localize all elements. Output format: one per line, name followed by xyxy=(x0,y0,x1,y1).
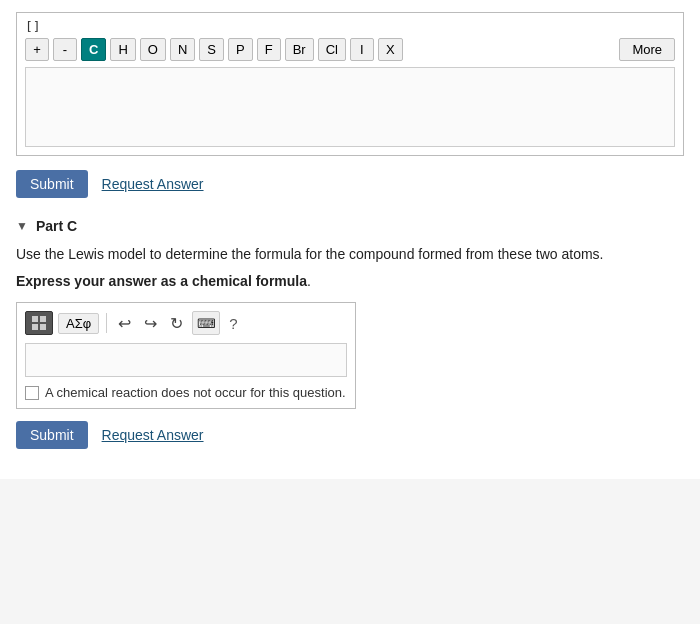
part-c-instruction: Express your answer as a chemical formul… xyxy=(16,271,684,292)
element-br-button[interactable]: Br xyxy=(285,38,314,61)
element-n-button[interactable]: N xyxy=(170,38,195,61)
minus-button[interactable]: - xyxy=(53,38,77,61)
toolbar-divider xyxy=(106,313,107,333)
chevron-down-icon[interactable]: ▼ xyxy=(16,219,28,233)
svg-rect-2 xyxy=(32,324,38,330)
request-answer-link-b[interactable]: Request Answer xyxy=(102,176,204,192)
drawing-canvas[interactable] xyxy=(25,67,675,147)
no-reaction-checkbox[interactable] xyxy=(25,386,39,400)
submit-button-c[interactable]: Submit xyxy=(16,421,88,449)
undo-button[interactable]: ↩ xyxy=(114,312,135,335)
request-answer-link-c[interactable]: Request Answer xyxy=(102,427,204,443)
submit-row-b: Submit Request Answer xyxy=(16,170,684,198)
redo-button[interactable]: ↪ xyxy=(140,312,161,335)
element-h-button[interactable]: H xyxy=(110,38,135,61)
element-cl-button[interactable]: Cl xyxy=(318,38,346,61)
more-button[interactable]: More xyxy=(619,38,675,61)
keyboard-icon[interactable]: ⌨ xyxy=(192,311,220,335)
element-c-button[interactable]: C xyxy=(81,38,106,61)
formula-input[interactable] xyxy=(25,343,347,377)
part-b-area: [] + - C H O N S P F Br Cl I X More xyxy=(16,12,684,156)
submit-button-b[interactable]: Submit xyxy=(16,170,88,198)
element-x-button[interactable]: X xyxy=(378,38,403,61)
part-c-section: ▼ Part C Use the Lewis model to determin… xyxy=(16,218,684,449)
part-c-title: Part C xyxy=(36,218,77,234)
part-c-header: ▼ Part C xyxy=(16,218,684,234)
element-p-button[interactable]: P xyxy=(228,38,253,61)
svg-rect-1 xyxy=(40,316,46,322)
element-f-button[interactable]: F xyxy=(257,38,281,61)
submit-row-c: Submit Request Answer xyxy=(16,421,684,449)
page-wrapper: [] + - C H O N S P F Br Cl I X More Subm… xyxy=(0,0,700,479)
help-button[interactable]: ? xyxy=(225,313,241,334)
greek-symbols-button[interactable]: ΑΣφ xyxy=(58,313,99,334)
plus-button[interactable]: + xyxy=(25,38,49,61)
element-s-button[interactable]: S xyxy=(199,38,224,61)
answer-toolbar: ΑΣφ ↩ ↪ ↻ ⌨ ? xyxy=(25,311,347,335)
element-o-button[interactable]: O xyxy=(140,38,166,61)
toolbar-row: + - C H O N S P F Br Cl I X More xyxy=(25,38,675,61)
element-i-button[interactable]: I xyxy=(350,38,374,61)
part-c-description: Use the Lewis model to determine the for… xyxy=(16,244,684,265)
answer-box: ΑΣφ ↩ ↪ ↻ ⌨ ? A chemical reaction does n… xyxy=(16,302,356,409)
svg-rect-3 xyxy=(40,324,46,330)
no-reaction-row: A chemical reaction does not occur for t… xyxy=(25,385,347,400)
bracket-label: [] xyxy=(25,19,675,34)
refresh-button[interactable]: ↻ xyxy=(166,312,187,335)
svg-rect-0 xyxy=(32,316,38,322)
no-reaction-label: A chemical reaction does not occur for t… xyxy=(45,385,346,400)
matrix-icon[interactable] xyxy=(25,311,53,335)
